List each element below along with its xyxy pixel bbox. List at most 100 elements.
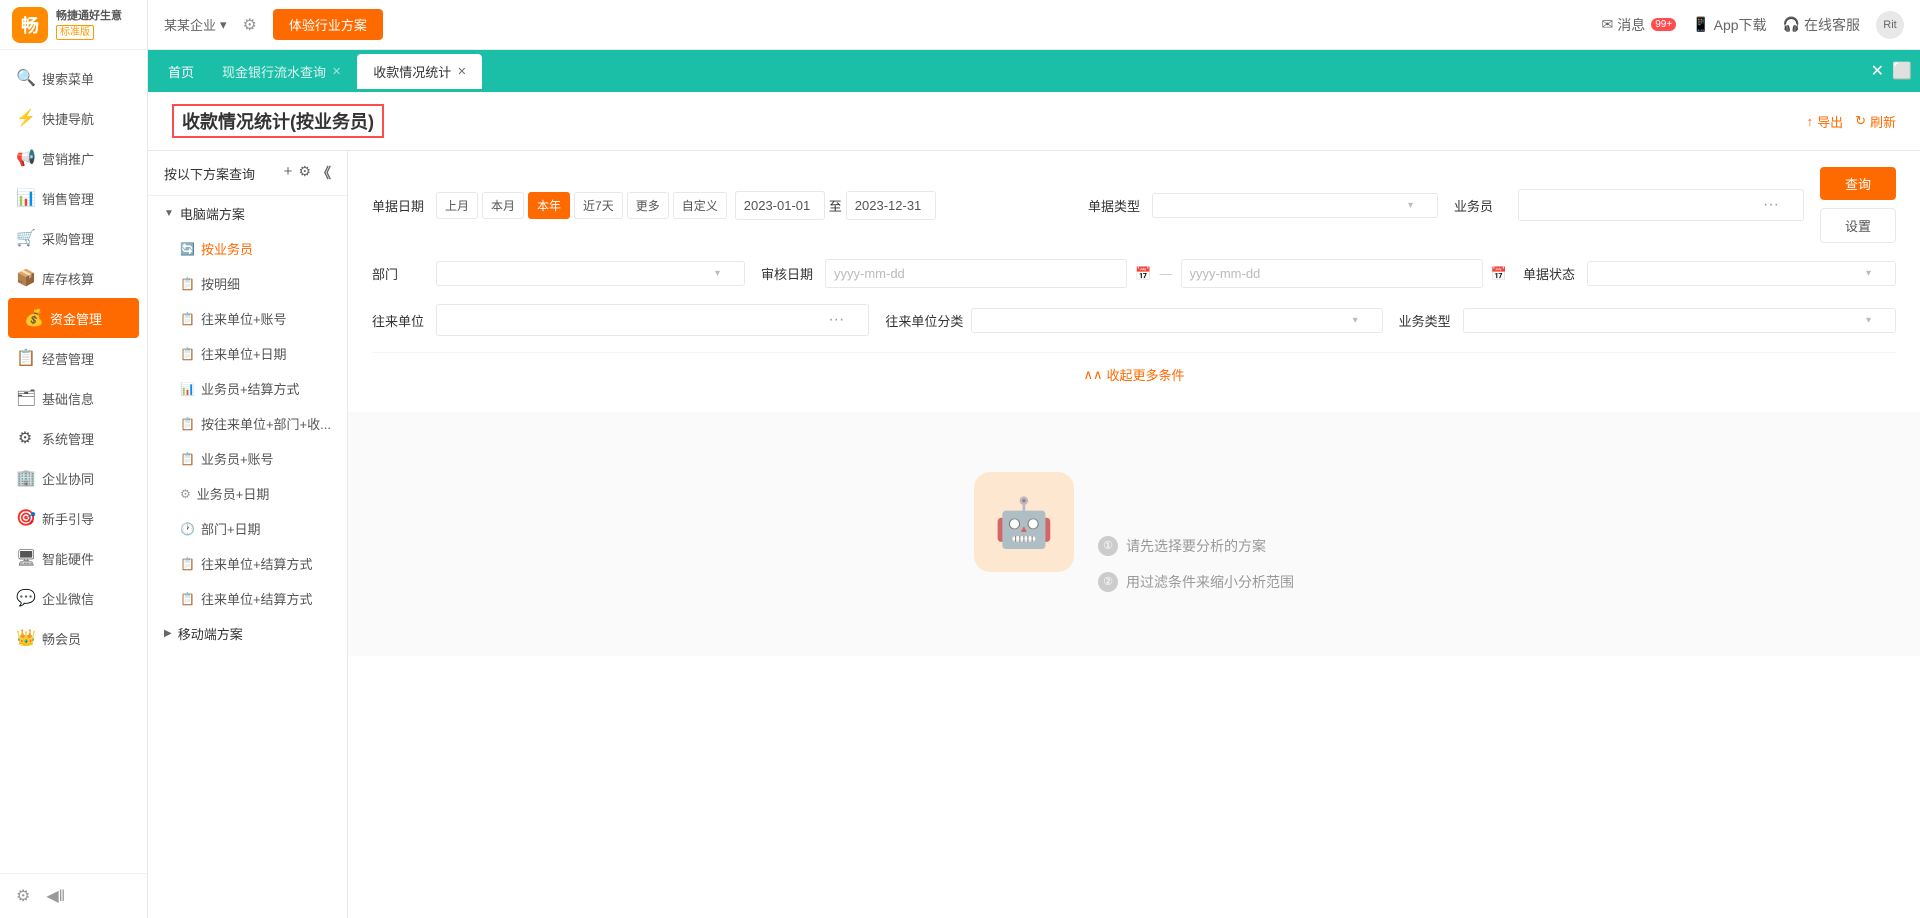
date-btn-custom[interactable]: 自定义 <box>673 192 727 219</box>
menu-icon-guide: 🎯 <box>16 508 34 528</box>
home-tab-label: 首页 <box>168 65 194 80</box>
scheme-settings-icon[interactable]: ⚙ <box>298 163 311 183</box>
menu-label-hardware: 智能硬件 <box>42 549 94 568</box>
menu-icon-enterprise: 🏢 <box>16 468 34 488</box>
sidebar-item-sales[interactable]: 📊 销售管理 <box>0 178 147 218</box>
sidebar-item-purchase[interactable]: 🛒 采购管理 <box>0 218 147 258</box>
sidebar-item-quick-nav[interactable]: ⚡ 快捷导航 <box>0 98 147 138</box>
message-badge: 99+ <box>1651 18 1676 31</box>
menu-icon-wechat: 💬 <box>16 588 34 608</box>
tab-close-all-icon[interactable]: ✕ <box>1871 61 1884 81</box>
sidebar-item-search[interactable]: 🔍 搜索菜单 <box>0 58 147 98</box>
date-to-input[interactable] <box>846 191 936 220</box>
salesperson-dots[interactable]: ··· <box>1763 196 1779 214</box>
scheme-group-mobile-title[interactable]: ▶ 移动端方案 <box>148 616 347 651</box>
sidebar-item-inventory[interactable]: 📦 库存核算 <box>0 258 147 298</box>
scheme-item-label-8: 部门+日期 <box>201 519 261 538</box>
audit-date-divider: — <box>1160 266 1173 281</box>
sidebar-item-wechat[interactable]: 💬 企业微信 <box>0 578 147 618</box>
audit-date-from[interactable] <box>825 259 1127 288</box>
sidebar-item-enterprise[interactable]: 🏢 企业协同 <box>0 458 147 498</box>
app-download-group[interactable]: 📱 App下载 <box>1692 15 1766 35</box>
counterparty-category-select[interactable]: ▾ <box>971 308 1382 333</box>
date-btn-more[interactable]: 更多 <box>627 192 669 219</box>
voucher-status-select[interactable]: ▾ <box>1587 261 1896 286</box>
export-button[interactable]: ↑ 导出 <box>1807 112 1844 131</box>
audit-date-calendar-to[interactable]: 📅 <box>1491 266 1507 282</box>
business-type-select[interactable]: ▾ <box>1463 308 1896 333</box>
user-avatar[interactable]: Rit <box>1876 11 1904 39</box>
date-btn-last-month[interactable]: 上月 <box>436 192 478 219</box>
scheme-item-by-salesperson[interactable]: 🔄 按业务员 <box>148 231 347 266</box>
scheme-item-label-5: 按往来单位+部门+收... <box>201 414 331 433</box>
scheme-item-label-2: 往来单位+账号 <box>201 309 287 328</box>
filter-panel-header: 按以下方案查询 + ⚙ 《 <box>148 151 347 196</box>
counterparty-category-label: 往来单位分类 <box>885 311 963 330</box>
topbar-settings-icon[interactable]: ⚙ <box>243 15 257 35</box>
refresh-button[interactable]: ↻ 刷新 <box>1855 112 1896 131</box>
menu-label-enterprise: 企业协同 <box>42 469 94 488</box>
trial-button[interactable]: 体验行业方案 <box>273 9 383 40</box>
date-from-input[interactable] <box>735 191 825 220</box>
audit-date-to[interactable] <box>1181 259 1483 288</box>
salesperson-select[interactable]: ··· <box>1518 189 1804 221</box>
tab-collection-stats-label: 收款情况统计 <box>373 62 451 81</box>
tab-bank-flow[interactable]: 现金银行流水查询 ✕ <box>206 54 357 89</box>
tab-collection-stats[interactable]: 收款情况统计 ✕ <box>357 54 482 89</box>
audit-date-calendar-from[interactable]: 📅 <box>1135 266 1151 282</box>
counterparty-dots[interactable]: ··· <box>828 311 844 329</box>
menu-label-operations: 经营管理 <box>42 349 94 368</box>
logo-icon: 畅 <box>12 7 48 43</box>
filter-field-business-type: 业务类型 ▾ <box>1399 308 1896 333</box>
setting-button[interactable]: 设置 <box>1820 208 1896 243</box>
message-icon-group[interactable]: ✉ 消息 99+ <box>1602 15 1677 35</box>
scheme-group-pc-label: 电脑端方案 <box>180 204 245 223</box>
scheme-item-icon-8: 🕐 <box>180 522 195 536</box>
sidebar-item-operations[interactable]: 📋 经营管理 <box>0 338 147 378</box>
page-title: 收款情况统计(按业务员) <box>172 104 384 138</box>
date-btn-7days[interactable]: 近7天 <box>574 192 623 219</box>
filter-field-voucher-type: 单据类型 ▾ <box>1088 193 1438 218</box>
scheme-group-pc-title[interactable]: ▼ 电脑端方案 <box>148 196 347 231</box>
app-label: App下载 <box>1714 15 1767 35</box>
topbar: 某某企业 ▾ ⚙ 体验行业方案 ✉ 消息 99+ 📱 App下载 🎧 在线客服 … <box>148 0 1920 50</box>
collapse-panel-icon[interactable]: 《 <box>317 163 331 183</box>
voucher-type-select[interactable]: ▾ <box>1152 193 1438 218</box>
scheme-item-counterparty-account[interactable]: 📋 往来单位+账号 <box>148 301 347 336</box>
scheme-item-dept-date[interactable]: 🕐 部门+日期 <box>148 511 347 546</box>
collapse-more-btn[interactable]: ∧∧ 收起更多条件 <box>372 352 1896 396</box>
counterparty-select[interactable]: ··· <box>436 304 869 336</box>
tab-expand-icon[interactable]: ⬜ <box>1892 61 1912 81</box>
date-btn-this-year[interactable]: 本年 <box>528 192 570 219</box>
scheme-item-counterparty-settle1[interactable]: 📋 往来单位+结算方式 <box>148 546 347 581</box>
expand-footer-icon[interactable]: ◀‖ <box>46 886 65 906</box>
voucher-type-label: 单据类型 <box>1088 196 1144 215</box>
service-group[interactable]: 🎧 在线客服 <box>1783 15 1860 35</box>
scheme-item-detail[interactable]: 📋 按明细 <box>148 266 347 301</box>
scheme-item-counterparty-settle2[interactable]: 📋 往来单位+结算方式 <box>148 581 347 616</box>
scheme-item-salesperson-settlement[interactable]: 📊 业务员+结算方式 <box>148 371 347 406</box>
date-btn-this-month[interactable]: 本月 <box>482 192 524 219</box>
menu-label-wechat: 企业微信 <box>42 589 94 608</box>
sidebar-item-member[interactable]: 👑 畅会员 <box>0 618 147 658</box>
sidebar-item-basic-info[interactable]: 🗂 基础信息 <box>0 378 147 418</box>
tab-home[interactable]: 首页 <box>156 54 206 89</box>
logo-title: 畅捷通好生意 <box>56 9 122 23</box>
sidebar-item-finance[interactable]: 💰 资金管理 <box>8 298 139 338</box>
query-button[interactable]: 查询 <box>1820 167 1896 200</box>
scheme-item-icon-3: 📋 <box>180 347 195 361</box>
dept-select[interactable]: ▾ <box>436 261 745 286</box>
scheme-item-counterparty-date[interactable]: 📋 往来单位+日期 <box>148 336 347 371</box>
tab-collection-stats-close[interactable]: ✕ <box>457 65 466 78</box>
scheme-item-salesperson-account[interactable]: 📋 业务员+账号 <box>148 441 347 476</box>
breadcrumb-arrow: ▾ <box>220 17 227 33</box>
sidebar-item-system[interactable]: ⚙ 系统管理 <box>0 418 147 458</box>
sidebar-item-hardware[interactable]: 🖥 智能硬件 <box>0 538 147 578</box>
sidebar-item-marketing[interactable]: 📢 营销推广 <box>0 138 147 178</box>
settings-footer-icon[interactable]: ⚙ <box>16 886 30 906</box>
scheme-item-complex[interactable]: 📋 按往来单位+部门+收... <box>148 406 347 441</box>
add-scheme-icon[interactable]: + <box>284 163 293 183</box>
tab-bank-flow-close[interactable]: ✕ <box>332 65 341 78</box>
scheme-item-salesperson-date[interactable]: ⚙ 业务员+日期 <box>148 476 347 511</box>
sidebar-item-guide[interactable]: 🎯 新手引导 <box>0 498 147 538</box>
